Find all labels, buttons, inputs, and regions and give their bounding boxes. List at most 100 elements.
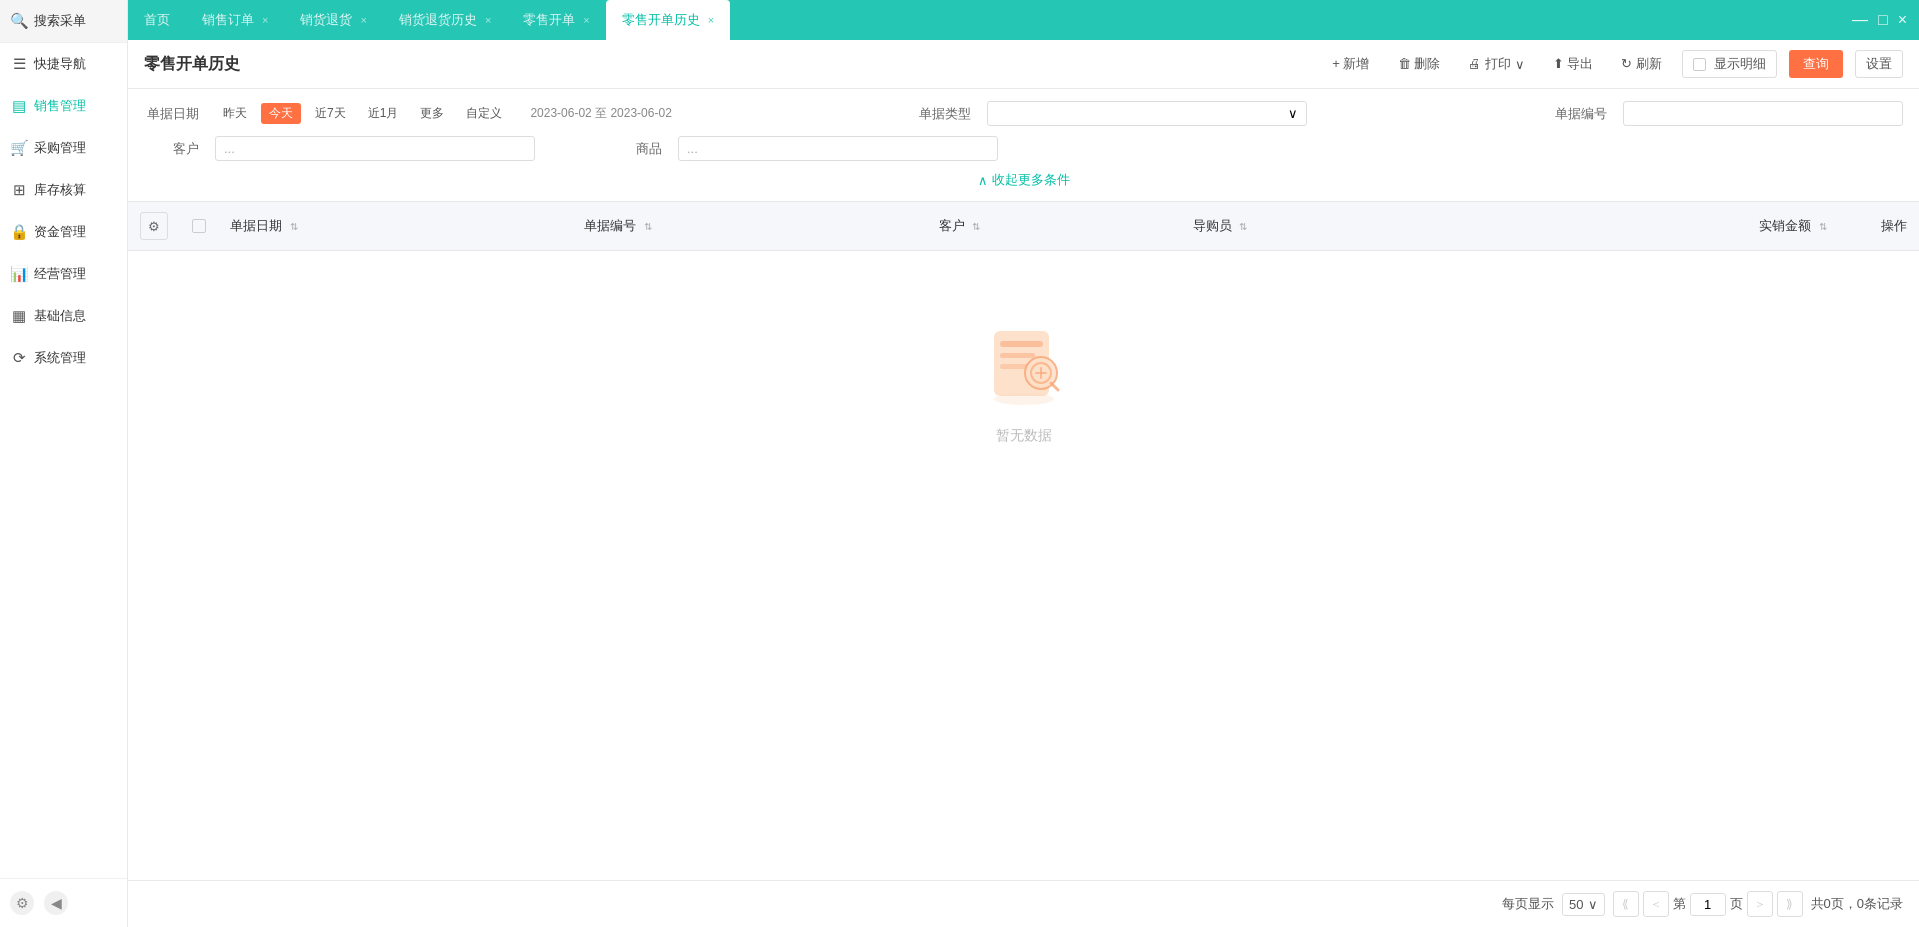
- sidebar-item-quick-nav[interactable]: ☰ 快捷导航: [0, 43, 127, 85]
- tab-sales-return-label: 销货退货: [300, 11, 352, 29]
- collapse-arrow: ∧: [978, 173, 988, 188]
- page-label-post: 页: [1730, 895, 1743, 913]
- tab-close-sales-return[interactable]: ×: [360, 14, 366, 26]
- refresh-label: ↻ 刷新: [1621, 55, 1662, 73]
- delete-label: 🗑 删除: [1398, 55, 1441, 73]
- refresh-button[interactable]: ↻ 刷新: [1613, 51, 1670, 77]
- system-icon: ⟳: [10, 349, 28, 367]
- print-arrow-icon: ∨: [1515, 57, 1525, 72]
- tab-sales-order-label: 销售订单: [202, 11, 254, 29]
- filter-area: 单据日期 昨天 今天 近7天 近1月 更多 自定义 2023-06-02 至 2…: [128, 89, 1919, 202]
- th-date: 单据日期 ⇅: [218, 202, 572, 251]
- settings-button[interactable]: 设置: [1855, 50, 1903, 78]
- empty-illustration: [974, 311, 1074, 411]
- query-button[interactable]: 查询: [1789, 50, 1843, 78]
- tab-close-retail-open-history[interactable]: ×: [708, 14, 714, 26]
- print-label: 🖨 打印: [1468, 55, 1511, 73]
- tab-sales-order[interactable]: 销售订单 ×: [186, 0, 284, 40]
- sort-date-icon[interactable]: ⇅: [290, 221, 298, 232]
- pagination: 每页显示 50 ∨ ⟪ ＜ 第 页 ＞ ⟫ 共0页，0条记录: [128, 880, 1919, 927]
- first-page-btn[interactable]: ⟪: [1613, 891, 1639, 917]
- sort-number-icon[interactable]: ⇅: [644, 221, 652, 232]
- th-number: 单据编号 ⇅: [572, 202, 926, 251]
- settings-label: 设置: [1866, 55, 1892, 73]
- customer-dots: ...: [224, 141, 235, 156]
- tab-close-sales-return-history[interactable]: ×: [485, 14, 491, 26]
- filter-row-customer: 客户 ... 商品 ...: [144, 136, 1903, 161]
- number-input[interactable]: [1623, 101, 1903, 126]
- tab-retail-open[interactable]: 零售开单 ×: [507, 0, 605, 40]
- page-label-pre: 第: [1673, 895, 1686, 913]
- sidebar-item-label: 快捷导航: [34, 55, 86, 73]
- th-salesperson: 导购员 ⇅: [1181, 202, 1485, 251]
- th-checkbox: [180, 202, 218, 251]
- date-buttons: 昨天 今天 近7天 近1月 更多 自定义: [215, 103, 510, 124]
- sidebar-item-sales[interactable]: ▤ 销售管理: [0, 85, 127, 127]
- sidebar-item-inventory[interactable]: ⊞ 库存核算: [0, 169, 127, 211]
- date-btn-today[interactable]: 今天: [261, 103, 301, 124]
- sidebar-item-system[interactable]: ⟳ 系统管理: [0, 337, 127, 379]
- add-button[interactable]: + 新增: [1324, 51, 1377, 77]
- next-page-btn[interactable]: ＞: [1747, 891, 1773, 917]
- table-wrapper: ⚙ 单据日期 ⇅ 单据编号 ⇅: [128, 202, 1919, 880]
- type-select-arrow: ∨: [1288, 106, 1298, 121]
- print-button[interactable]: 🖨 打印 ∨: [1460, 51, 1533, 77]
- th-settings: ⚙: [128, 202, 180, 251]
- empty-text: 暂无数据: [996, 427, 1052, 445]
- sidebar-item-label: 经营管理: [34, 265, 86, 283]
- tab-retail-open-label: 零售开单: [523, 11, 575, 29]
- date-btn-more[interactable]: 更多: [412, 103, 452, 124]
- sidebar-item-label: 系统管理: [34, 349, 86, 367]
- sort-salesperson-icon[interactable]: ⇅: [1239, 221, 1247, 232]
- export-label: ⬆ 导出: [1553, 55, 1594, 73]
- window-maximize[interactable]: □: [1878, 11, 1888, 29]
- type-select[interactable]: ∨: [987, 101, 1307, 126]
- collapse-sidebar-icon[interactable]: ◀: [44, 891, 68, 915]
- prev-page-btn[interactable]: ＜: [1643, 891, 1669, 917]
- export-button[interactable]: ⬆ 导出: [1545, 51, 1602, 77]
- last-page-btn[interactable]: ⟫: [1777, 891, 1803, 917]
- window-close[interactable]: ×: [1898, 11, 1907, 29]
- goods-select[interactable]: ...: [678, 136, 998, 161]
- th-amount: 实销金额 ⇅: [1485, 202, 1839, 251]
- sidebar-item-purchase[interactable]: 🛒 采购管理: [0, 127, 127, 169]
- page-size-select[interactable]: 50 ∨: [1562, 893, 1604, 916]
- sort-amount-icon[interactable]: ⇅: [1819, 221, 1827, 232]
- sidebar-item-label: 资金管理: [34, 223, 86, 241]
- date-label: 单据日期: [144, 105, 199, 123]
- date-btn-1month[interactable]: 近1月: [360, 103, 407, 124]
- tab-sales-return[interactable]: 销货退货 ×: [284, 0, 382, 40]
- tab-retail-open-history[interactable]: 零售开单历史 ×: [606, 0, 730, 40]
- collapse-label: 收起更多条件: [992, 171, 1070, 189]
- operation-icon: 📊: [10, 265, 28, 283]
- delete-button[interactable]: 🗑 删除: [1390, 51, 1449, 77]
- column-settings-icon[interactable]: ⚙: [140, 212, 168, 240]
- page-input[interactable]: [1690, 893, 1726, 916]
- window-controls: — □ ×: [1852, 11, 1919, 29]
- collapse-button[interactable]: ∧ 收起更多条件: [144, 171, 1903, 189]
- settings-bottom-icon[interactable]: ⚙: [10, 891, 34, 915]
- sidebar-item-operation[interactable]: 📊 经营管理: [0, 253, 127, 295]
- tab-home[interactable]: 首页: [128, 0, 186, 40]
- tab-sales-return-history[interactable]: 销货退货历史 ×: [383, 0, 507, 40]
- sidebar-item-label: 基础信息: [34, 307, 86, 325]
- sidebar-item-finance[interactable]: 🔒 资金管理: [0, 211, 127, 253]
- show-detail-button[interactable]: 显示明细: [1682, 50, 1777, 78]
- window-minimize[interactable]: —: [1852, 11, 1868, 29]
- sidebar-item-basic[interactable]: ▦ 基础信息: [0, 295, 127, 337]
- sidebar-search-label: 搜索采单: [34, 12, 86, 30]
- tab-close-retail-open[interactable]: ×: [583, 14, 589, 26]
- purchase-icon: 🛒: [10, 139, 28, 157]
- tab-close-sales-order[interactable]: ×: [262, 14, 268, 26]
- date-btn-yesterday[interactable]: 昨天: [215, 103, 255, 124]
- show-detail-label: 显示明细: [1714, 55, 1766, 73]
- date-btn-7days[interactable]: 近7天: [307, 103, 354, 124]
- number-label: 单据编号: [1552, 105, 1607, 123]
- select-all-checkbox[interactable]: [192, 219, 206, 233]
- customer-select[interactable]: ...: [215, 136, 535, 161]
- customer-label: 客户: [144, 140, 199, 158]
- sort-customer-icon[interactable]: ⇅: [972, 221, 980, 232]
- sidebar-search[interactable]: 🔍 搜索采单: [0, 0, 127, 43]
- query-label: 查询: [1803, 55, 1829, 73]
- date-btn-custom[interactable]: 自定义: [458, 103, 510, 124]
